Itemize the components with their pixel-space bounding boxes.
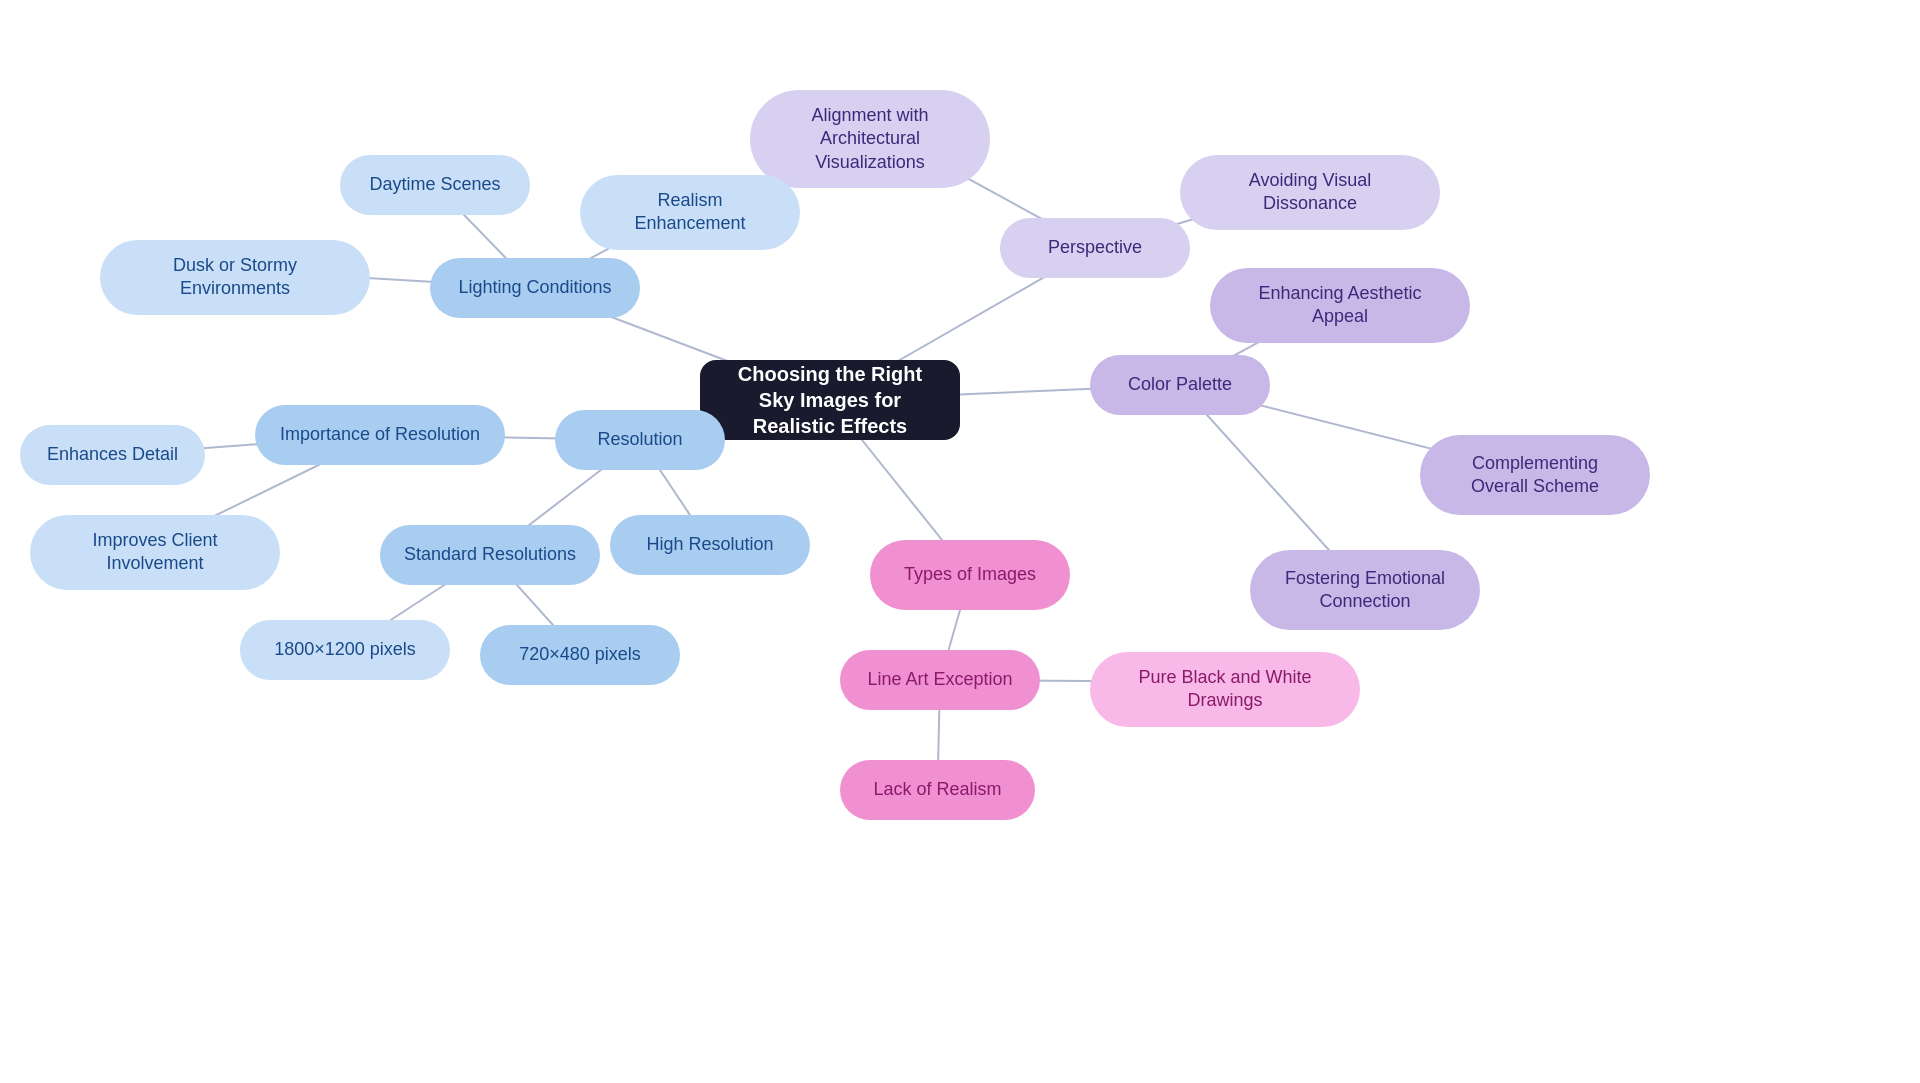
node-daytime[interactable]: Daytime Scenes: [340, 155, 530, 215]
node-lighting[interactable]: Lighting Conditions: [430, 258, 640, 318]
center-node: Choosing the Right Sky Images for Realis…: [700, 360, 960, 440]
node-lack-realism[interactable]: Lack of Realism: [840, 760, 1035, 820]
node-align-arch[interactable]: Alignment with Architectural Visualizati…: [750, 90, 990, 188]
node-line-art[interactable]: Line Art Exception: [840, 650, 1040, 710]
node-foster-emotional[interactable]: Fostering Emotional Connection: [1250, 550, 1480, 630]
node-complement-scheme[interactable]: Complementing Overall Scheme: [1420, 435, 1650, 515]
node-perspective[interactable]: Perspective: [1000, 218, 1190, 278]
node-importance-res[interactable]: Importance of Resolution: [255, 405, 505, 465]
mind-map: Choosing the Right Sky Images for Realis…: [0, 0, 1920, 1083]
node-realism-enh[interactable]: Realism Enhancement: [580, 175, 800, 250]
node-avoid-dissonance[interactable]: Avoiding Visual Dissonance: [1180, 155, 1440, 230]
node-enhance-aesthetic[interactable]: Enhancing Aesthetic Appeal: [1210, 268, 1470, 343]
node-standard-res[interactable]: Standard Resolutions: [380, 525, 600, 585]
node-enhances-detail[interactable]: Enhances Detail: [20, 425, 205, 485]
node-color-palette[interactable]: Color Palette: [1090, 355, 1270, 415]
node-improves-client[interactable]: Improves Client Involvement: [30, 515, 280, 590]
node-720x480[interactable]: 720×480 pixels: [480, 625, 680, 685]
node-types-images[interactable]: Types of Images: [870, 540, 1070, 610]
node-1800x1200[interactable]: 1800×1200 pixels: [240, 620, 450, 680]
node-dusk-stormy[interactable]: Dusk or Stormy Environments: [100, 240, 370, 315]
node-resolution[interactable]: Resolution: [555, 410, 725, 470]
node-pure-bw[interactable]: Pure Black and White Drawings: [1090, 652, 1360, 727]
node-high-res[interactable]: High Resolution: [610, 515, 810, 575]
